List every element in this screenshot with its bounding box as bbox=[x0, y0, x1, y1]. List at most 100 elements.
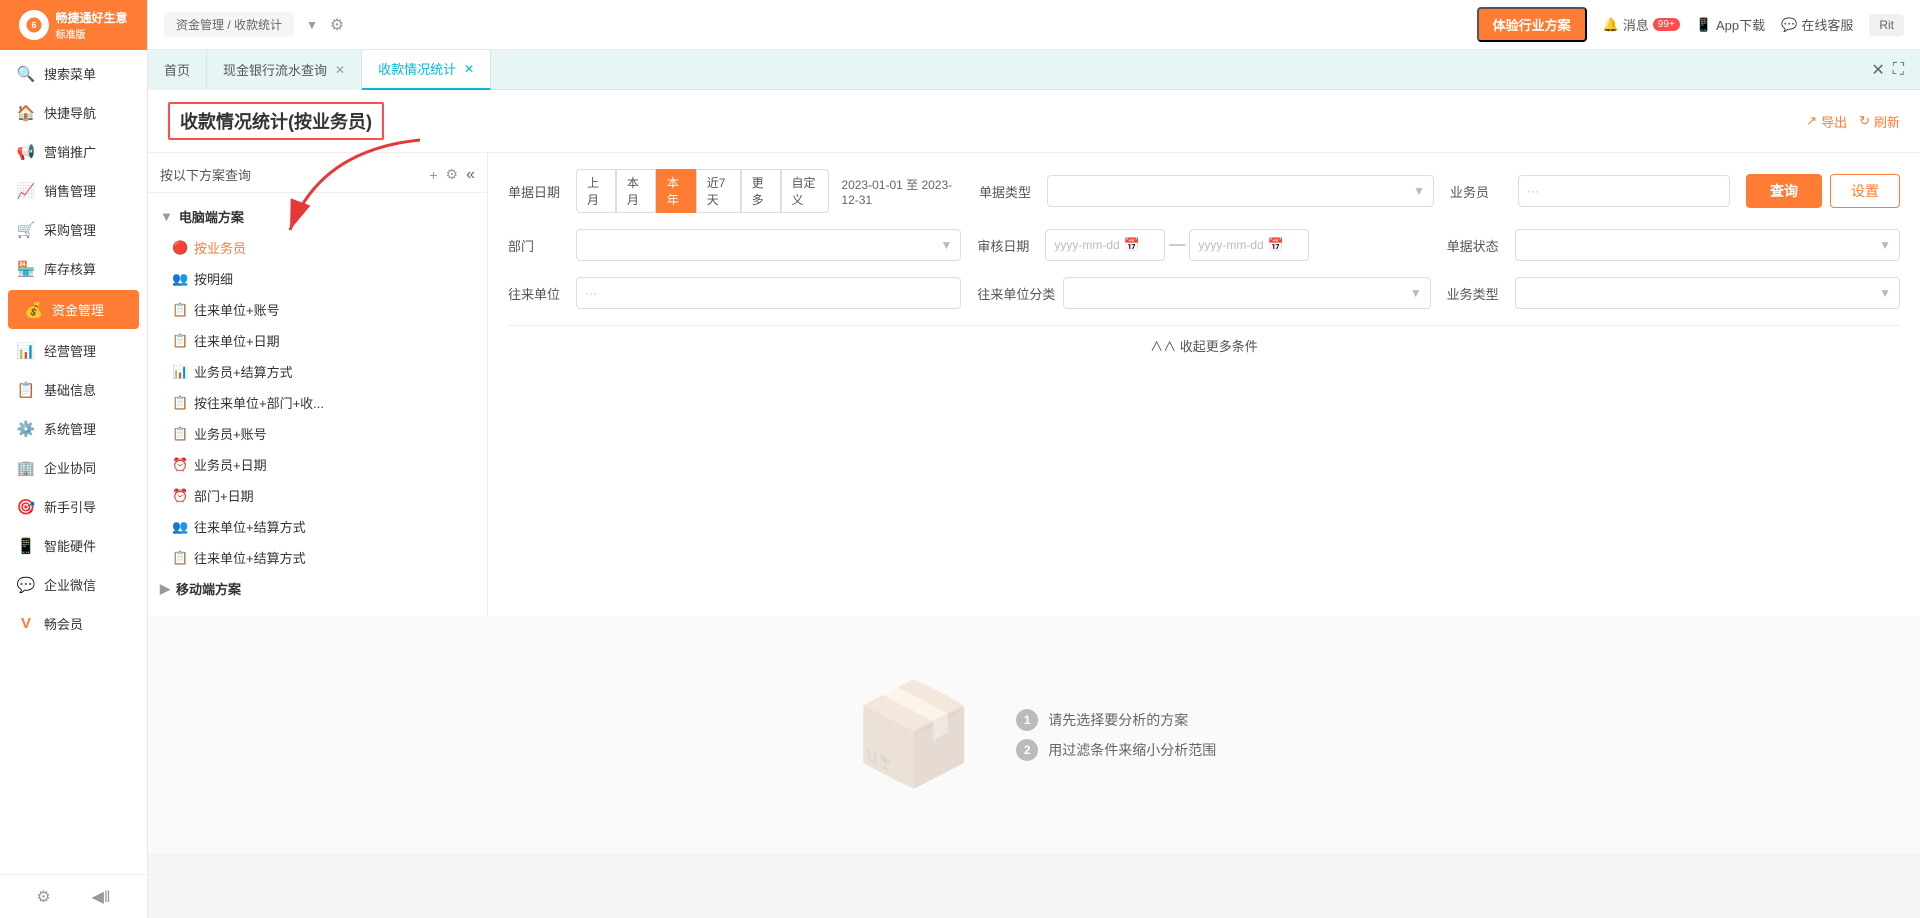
auditdate-label: 审核日期 bbox=[977, 236, 1037, 255]
empty-step-1: 1 请先选择要分析的方案 bbox=[1016, 709, 1216, 731]
collapse-panel-icon[interactable]: « bbox=[466, 166, 475, 184]
doctype-select[interactable]: ▼ bbox=[1047, 175, 1434, 207]
docstatus-select[interactable]: ▼ bbox=[1515, 229, 1900, 261]
date-tab-custom[interactable]: 自定义 bbox=[781, 169, 830, 213]
date-tab-this-month[interactable]: 本月 bbox=[616, 169, 656, 213]
sidebar-item-finance[interactable]: 💰 资金管理 bbox=[8, 290, 139, 329]
tab-collection-close-icon[interactable]: ✕ bbox=[464, 62, 474, 76]
sidebar-item-system[interactable]: ⚙️ 系统管理 bbox=[0, 409, 147, 448]
filter-group-businesstype: 业务类型 ▼ bbox=[1447, 277, 1900, 309]
maximize-icon[interactable]: ⛶ bbox=[1893, 61, 1904, 79]
tab-home[interactable]: 首页 bbox=[148, 50, 207, 90]
counterparty-date-icon: 📋 bbox=[172, 333, 188, 349]
sidebar-item-warehouse[interactable]: 🏪 库存核算 bbox=[0, 249, 147, 288]
businesstype-select[interactable]: ▼ bbox=[1515, 277, 1900, 309]
filter-group-doctype: 单据类型 ▼ bbox=[979, 175, 1434, 207]
counterparty-type-select[interactable]: ▼ bbox=[1063, 277, 1430, 309]
bell-icon: 🔔 bbox=[1603, 17, 1619, 33]
member-icon: V bbox=[16, 615, 36, 632]
action-buttons: 查询 设置 bbox=[1746, 174, 1900, 208]
query-button[interactable]: 查询 bbox=[1746, 174, 1822, 208]
breadcrumb-arrow-icon[interactable]: ▼ bbox=[306, 18, 318, 32]
sidebar-item-basic[interactable]: 📋 基础信息 bbox=[0, 370, 147, 409]
tree-item-dept-date[interactable]: ⏰ 部门+日期 bbox=[148, 480, 487, 511]
salesman-date-icon: ⏰ bbox=[172, 457, 188, 473]
docstatus-dropdown-icon: ▼ bbox=[1879, 238, 1891, 252]
logo-text: 畅捷通好生意 bbox=[55, 9, 127, 26]
topbar-gear-icon[interactable]: ⚙ bbox=[330, 15, 344, 35]
tree-item-salesman-settlement[interactable]: 📊 业务员+结算方式 bbox=[148, 356, 487, 387]
tree-item-by-salesman[interactable]: 🔴 按业务员 bbox=[148, 232, 487, 263]
mobile-group-arrow-icon: ▶ bbox=[160, 581, 170, 597]
add-scheme-icon[interactable]: + bbox=[429, 167, 437, 183]
filter-row-date: 单据日期 上月 本月 本年 近7天 更多 自定义 2023-01-01 至 20… bbox=[508, 169, 1900, 213]
export-icon: ↗ bbox=[1806, 113, 1817, 129]
desktop-group-header[interactable]: ▼ 电脑端方案 bbox=[148, 201, 487, 232]
sidebar-item-quicknav[interactable]: 🏠 快捷导航 bbox=[0, 93, 147, 132]
date-tab-7days[interactable]: 近7天 bbox=[696, 169, 741, 213]
online-service-button[interactable]: 💬 在线客服 bbox=[1781, 15, 1853, 34]
tree-item-counterparty-date[interactable]: 📋 往来单位+日期 bbox=[148, 325, 487, 356]
step-num-2: 2 bbox=[1016, 739, 1038, 761]
refresh-icon: ↻ bbox=[1859, 113, 1870, 129]
sidebar-item-member[interactable]: V 畅会员 bbox=[0, 604, 147, 643]
tab-bank-close-icon[interactable]: ✕ bbox=[335, 63, 345, 77]
tree-item-counterparty-account[interactable]: 📋 往来单位+账号 bbox=[148, 294, 487, 325]
dept-select[interactable]: ▼ bbox=[576, 229, 961, 261]
settings-footer-icon[interactable]: ⚙ bbox=[36, 887, 50, 907]
sidebar-item-hardware[interactable]: 📱 智能硬件 bbox=[0, 526, 147, 565]
system-icon: ⚙️ bbox=[16, 420, 36, 438]
tab-collection[interactable]: 收款情况统计 ✕ bbox=[362, 50, 491, 90]
collapse-footer-icon[interactable]: ◀‖ bbox=[92, 887, 111, 907]
filter-group-counterparty-type: 往来单位分类 ▼ bbox=[977, 277, 1430, 309]
mobile-group-header[interactable]: ▶ 移动端方案 bbox=[148, 573, 487, 604]
sidebar-item-marketing[interactable]: 📢 营销推广 bbox=[0, 132, 147, 171]
sidebar-item-wechat[interactable]: 💬 企业微信 bbox=[0, 565, 147, 604]
sidebar-item-newbie[interactable]: 🎯 新手引导 bbox=[0, 487, 147, 526]
sidebar-item-search[interactable]: 🔍 搜索菜单 bbox=[0, 54, 147, 93]
sidebar-item-purchase[interactable]: 🛒 采购管理 bbox=[0, 210, 147, 249]
sidebar-item-enterprise[interactable]: 🏢 企业协同 bbox=[0, 448, 147, 487]
tree-item-salesman-account[interactable]: 📋 业务员+账号 bbox=[148, 418, 487, 449]
tabbar-actions: ✕ ⛶ bbox=[1871, 60, 1920, 80]
filter-group-dept: 部门 ▼ bbox=[508, 229, 961, 261]
date-range-display: 2023-01-01 至 2023-12-31 bbox=[841, 176, 963, 207]
filter-group-date: 单据日期 上月 本月 本年 近7天 更多 自定义 2023-01-01 至 20… bbox=[508, 169, 963, 213]
tree-item-counterparty-settlement1[interactable]: 👥 往来单位+结算方式 bbox=[148, 511, 487, 542]
calendar-to-icon: 📅 bbox=[1268, 237, 1284, 253]
counterparty-settlement1-icon: 👥 bbox=[172, 519, 188, 535]
date-label: 单据日期 bbox=[508, 182, 568, 201]
page-header: 收款情况统计(按业务员) ↗ 导出 ↻ 刷新 bbox=[148, 90, 1920, 153]
counterparty-input[interactable]: ··· bbox=[576, 277, 961, 309]
date-tab-this-year[interactable]: 本年 bbox=[656, 169, 696, 213]
tree-item-by-detail[interactable]: 👥 按明细 bbox=[148, 263, 487, 294]
messages-button[interactable]: 🔔 消息 99+ bbox=[1603, 15, 1680, 34]
close-window-icon[interactable]: ✕ bbox=[1871, 60, 1884, 80]
tree-item-salesman-date[interactable]: ⏰ 业务员+日期 bbox=[148, 449, 487, 480]
tabbar: 首页 现金银行流水查询 ✕ 收款情况统计 ✕ ✕ ⛶ bbox=[148, 50, 1920, 90]
desktop-group-label: 电脑端方案 bbox=[179, 207, 244, 226]
audit-date-to[interactable]: yyyy-mm-dd 📅 bbox=[1189, 229, 1309, 261]
app-download-button[interactable]: 📱 App下载 bbox=[1696, 15, 1765, 34]
settings-button[interactable]: 设置 bbox=[1830, 174, 1900, 208]
audit-date-from[interactable]: yyyy-mm-dd 📅 bbox=[1045, 229, 1165, 261]
sidebar-item-sales[interactable]: 📈 销售管理 bbox=[0, 171, 147, 210]
collapse-bar[interactable]: ∧∧ 收起更多条件 bbox=[508, 325, 1900, 365]
tree-item-counterparty-dept[interactable]: 📋 按往来单位+部门+收... bbox=[148, 387, 487, 418]
scheme-settings-icon[interactable]: ⚙ bbox=[446, 166, 459, 183]
salesman-input[interactable]: ··· bbox=[1518, 175, 1730, 207]
tab-bank[interactable]: 现金银行流水查询 ✕ bbox=[207, 50, 362, 90]
sidebar-item-operation[interactable]: 📊 经营管理 bbox=[0, 331, 147, 370]
left-panel: 按以下方案查询 + ⚙ « ▼ 电脑端方案 🔴 按业务员 👥 按明细 bbox=[148, 153, 488, 616]
page-title: 收款情况统计(按业务员) bbox=[168, 102, 384, 140]
businesstype-dropdown-icon: ▼ bbox=[1879, 286, 1891, 300]
date-tab-more[interactable]: 更多 bbox=[741, 169, 781, 213]
user-profile[interactable]: Rit bbox=[1869, 14, 1904, 36]
warehouse-icon: 🏪 bbox=[16, 260, 36, 278]
refresh-button[interactable]: ↻ 刷新 bbox=[1859, 112, 1900, 131]
export-button[interactable]: ↗ 导出 bbox=[1806, 112, 1847, 131]
tree-item-counterparty-settlement2[interactable]: 📋 往来单位+结算方式 bbox=[148, 542, 487, 573]
promo-button[interactable]: 体验行业方案 bbox=[1477, 7, 1587, 42]
date-tab-last-month[interactable]: 上月 bbox=[576, 169, 616, 213]
empty-illustration: 📦 bbox=[852, 676, 977, 793]
